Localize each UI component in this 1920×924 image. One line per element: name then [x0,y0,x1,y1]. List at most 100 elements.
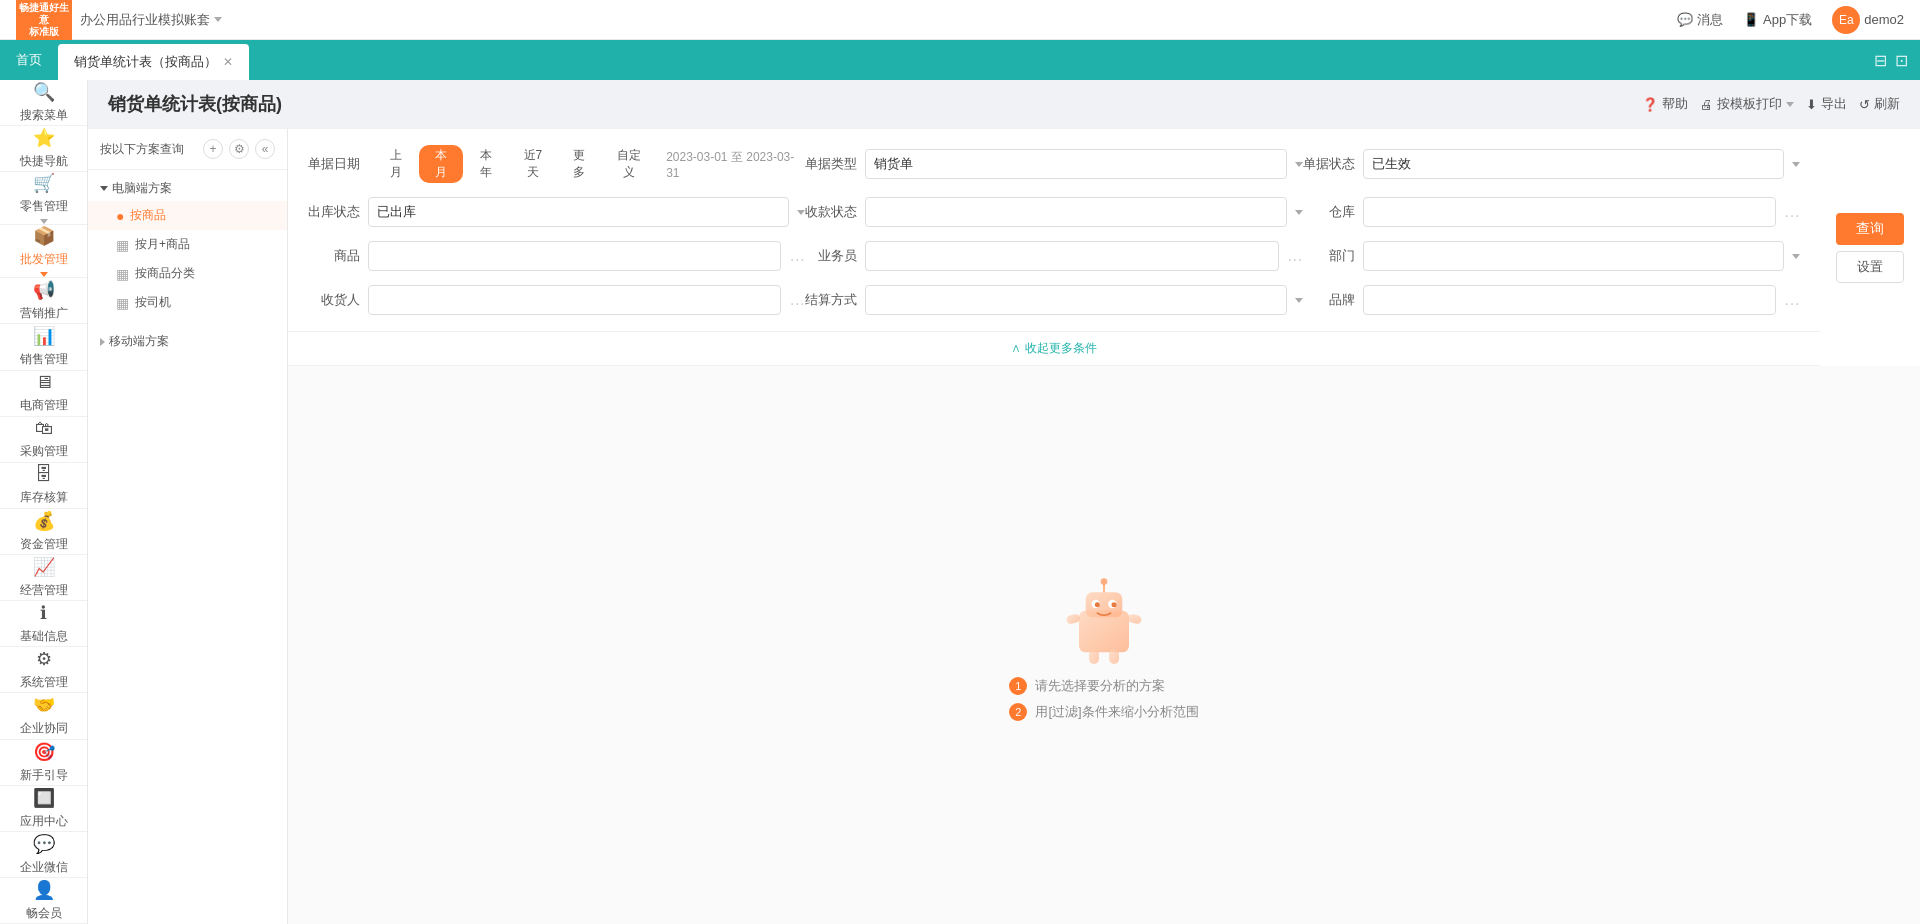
message-icon: 💬 [1677,12,1693,27]
scheme-group-desktop-title[interactable]: 电脑端方案 [88,176,287,201]
date-btn-this-year[interactable]: 本年 [467,145,506,183]
date-label: 单据日期 [308,155,368,173]
sidebar-item-appcenter[interactable]: 🔲 应用中心 [0,786,87,832]
date-btn-this-month[interactable]: 本月 [419,145,462,183]
brand-input[interactable] [1363,285,1776,315]
print-chevron-icon [1786,102,1794,107]
export-button[interactable]: ⬇ 导出 [1806,95,1847,113]
out-status-label: 出库状态 [308,203,368,221]
scheme-item-by-month-goods[interactable]: ▦ 按月+商品 [88,230,287,259]
scheme-item-by-category[interactable]: ▦ 按商品分类 [88,259,287,288]
page-content: 销货单统计表(按商品) ❓ 帮助 🖨 按模板打印 ⬇ 导出 ↺ 刷新 [88,80,1920,924]
help-icon: ❓ [1642,97,1658,112]
doc-status-input[interactable] [1363,149,1784,179]
settle-input[interactable] [865,285,1286,315]
pay-status-chevron-icon[interactable] [1295,210,1303,215]
avatar: Ea [1832,6,1860,34]
salesman-input[interactable] [865,241,1278,271]
sidebar-item-quicknav[interactable]: ⭐ 快捷导航 [0,126,87,172]
search-icon: 🔍 [33,81,55,103]
salesman-dots-icon[interactable]: … [1287,247,1303,265]
sidebar-item-guide[interactable]: 🎯 新手引导 [0,740,87,786]
app-title: 办公用品行业模拟账套 [80,11,222,29]
doc-type-input[interactable] [865,149,1286,179]
sidebar-item-purchase[interactable]: 🛍 采购管理 [0,417,87,463]
scheme-add-button[interactable]: + [203,139,223,159]
sidebar-item-member[interactable]: 👤 畅会员 [0,878,87,924]
scheme-group-desktop: 电脑端方案 ● 按商品 ▦ 按月+商品 ▦ 按商品分类 [88,170,287,323]
goods-dots-icon[interactable]: … [789,247,805,265]
warehouse-input[interactable] [1363,197,1776,227]
scheme-item-by-driver[interactable]: ▦ 按司机 [88,288,287,317]
settle-control [865,285,1302,315]
refresh-button[interactable]: ↺ 刷新 [1859,95,1900,113]
date-btn-last-month[interactable]: 上月 [376,145,415,183]
settle-chevron-icon[interactable] [1295,298,1303,303]
scheme-group-mobile-title[interactable]: 移动端方案 [88,329,287,354]
out-status-input[interactable] [368,197,789,227]
print-icon: 🖨 [1700,97,1713,112]
sidebar-item-wholesale[interactable]: 📦 批发管理 [0,225,87,278]
tab-home[interactable]: 首页 [0,40,58,80]
app-title-chevron-icon[interactable] [214,17,222,22]
ecommerce-icon: 🖥 [35,372,53,393]
logo-subtext: 标准版 [29,26,59,38]
tab-expand-icon[interactable]: ⊡ [1895,51,1908,70]
logo-text: 畅捷通好生意 [16,2,72,26]
sidebar-item-sales[interactable]: 📊 销售管理 [0,324,87,370]
group-chevron-icon [100,186,108,191]
tab-minimize-icon[interactable]: ⊟ [1874,51,1887,70]
date-shortcuts: 上月 本月 本年 近7天 更多 自定义 [376,145,654,183]
brand-control: … [1363,285,1800,315]
sidebar-item-enterprise[interactable]: 🤝 企业协同 [0,693,87,739]
query-button[interactable]: 查询 [1836,213,1904,245]
tab-sales-stat[interactable]: 销货单统计表（按商品） ✕ [58,44,249,80]
sidebar-item-finance[interactable]: 💰 资金管理 [0,509,87,555]
sidebar-item-marketing[interactable]: 📢 营销推广 [0,278,87,324]
sidebar-item-search[interactable]: 🔍 搜索菜单 [0,80,87,126]
sidebar-item-inventory[interactable]: 🗄 库存核算 [0,463,87,509]
retail-chevron-icon [40,219,48,224]
date-btn-custom[interactable]: 自定义 [603,145,654,183]
doc-type-chevron-icon[interactable] [1295,162,1303,167]
pay-status-input[interactable] [865,197,1286,227]
recipient-input[interactable] [368,285,781,315]
scheme-settings-button[interactable]: ⚙ [229,139,249,159]
dept-label: 部门 [1303,247,1363,265]
help-button[interactable]: ❓ 帮助 [1642,95,1688,113]
sidebar-item-retail[interactable]: 🛒 零售管理 [0,172,87,225]
tip-num-2: 2 [1009,703,1027,721]
dept-input[interactable] [1363,241,1784,271]
sidebar-item-system[interactable]: ⚙ 系统管理 [0,647,87,693]
scheme-collapse-button[interactable]: « [255,139,275,159]
brand-dots-icon[interactable]: … [1784,291,1800,309]
page-actions: ❓ 帮助 🖨 按模板打印 ⬇ 导出 ↺ 刷新 [1642,95,1900,113]
scheme-panel: 按以下方案查询 + ⚙ « 电脑端方案 ● 按商品 [88,129,288,924]
user-menu[interactable]: Ea demo2 [1832,6,1904,34]
sidebar-item-basic[interactable]: ℹ 基础信息 [0,601,87,647]
export-icon: ⬇ [1806,97,1817,112]
tab-close-icon[interactable]: ✕ [223,55,233,69]
scheme-item-by-goods[interactable]: ● 按商品 [88,201,287,230]
recipient-dots-icon[interactable]: … [789,291,805,309]
app-download-button[interactable]: 📱 App下载 [1743,11,1812,29]
empty-illustration [1054,569,1154,669]
date-btn-more[interactable]: 更多 [560,145,599,183]
svg-rect-10 [1089,649,1099,664]
settings-button[interactable]: 设置 [1836,251,1904,283]
doc-status-chevron-icon[interactable] [1792,162,1800,167]
sidebar-item-operations[interactable]: 📈 经营管理 [0,555,87,601]
dept-chevron-icon[interactable] [1792,254,1800,259]
message-button[interactable]: 💬 消息 [1677,11,1723,29]
sidebar-item-wechat[interactable]: 💬 企业微信 [0,832,87,878]
template-print-button[interactable]: 🖨 按模板打印 [1700,95,1794,113]
out-status-chevron-icon[interactable] [797,210,805,215]
goods-input[interactable] [368,241,781,271]
warehouse-dots-icon[interactable]: … [1784,203,1800,221]
sales-icon: 📊 [33,325,55,347]
collapse-bar[interactable]: ∧ 收起更多条件 [288,332,1820,366]
date-btn-7days[interactable]: 近7天 [510,145,556,183]
wechat-icon: 💬 [33,833,55,855]
active-item-icon: ● [116,208,124,224]
sidebar-item-ecommerce[interactable]: 🖥 电商管理 [0,371,87,417]
